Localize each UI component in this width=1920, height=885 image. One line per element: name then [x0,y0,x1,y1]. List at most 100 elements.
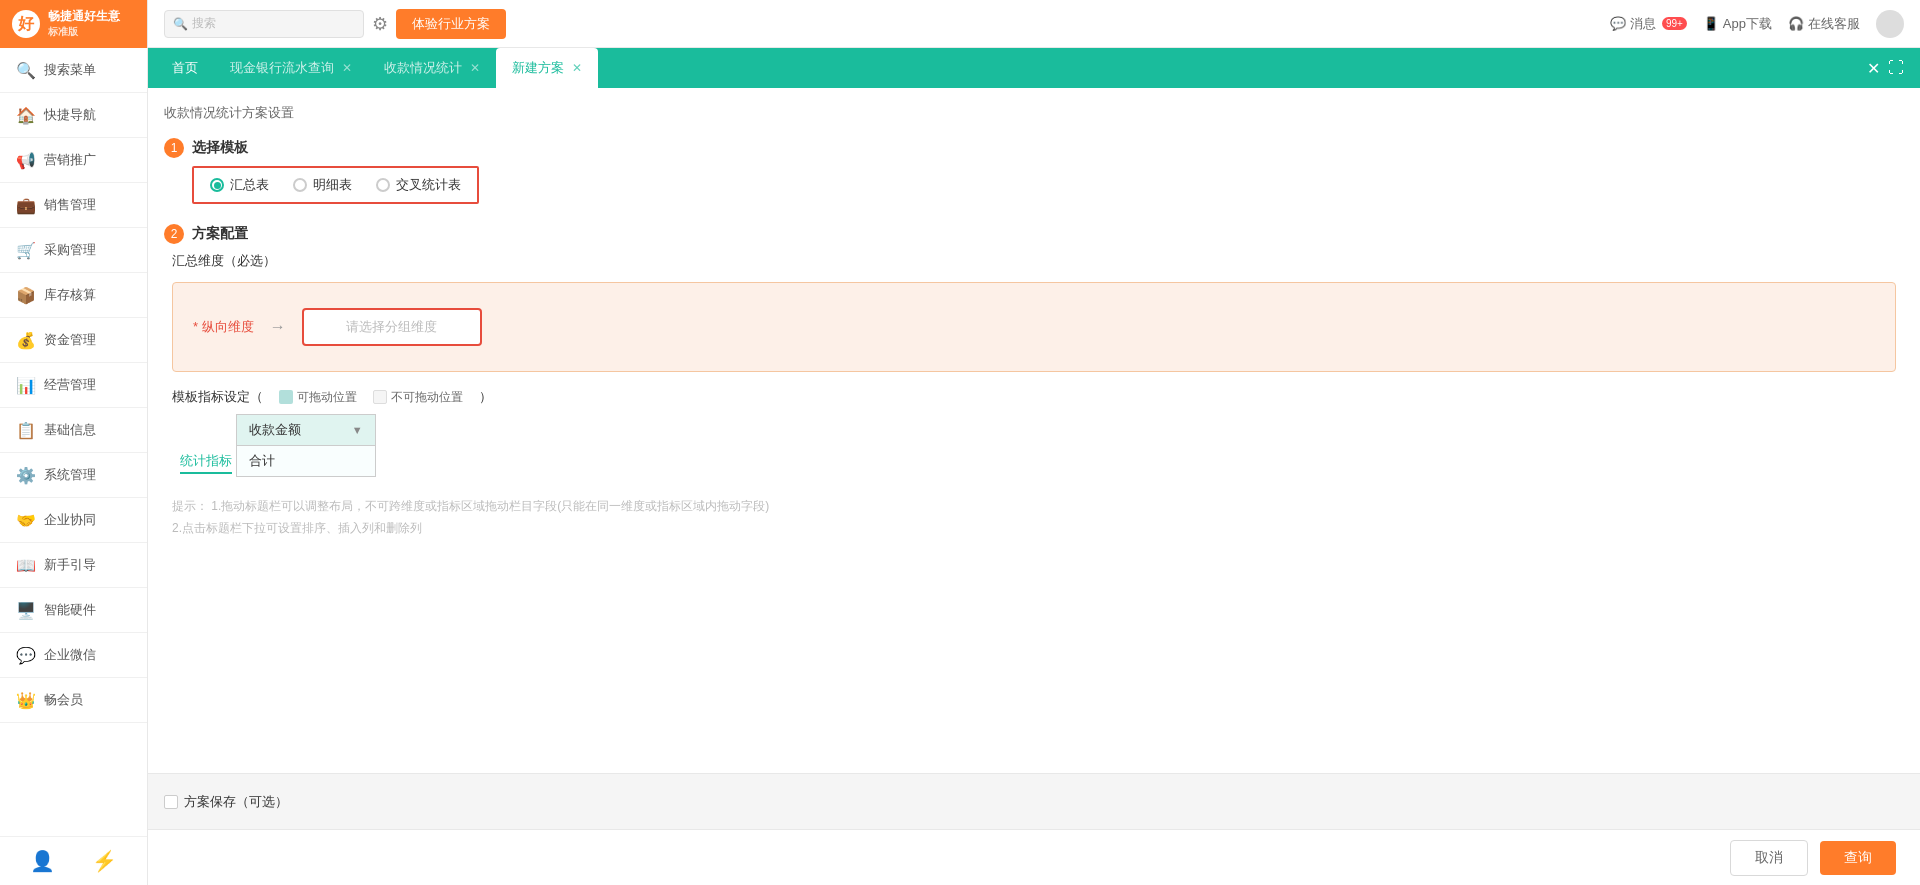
query-button[interactable]: 查询 [1820,841,1896,875]
sidebar-icon-10: 🤝 [16,510,36,530]
header-search-box[interactable]: 🔍 搜索 [164,10,364,38]
sidebar-icon-3: 💼 [16,195,36,215]
tab-cash-bank[interactable]: 现金银行流水查询 ✕ [214,48,368,88]
radio-detail[interactable]: 明细表 [293,176,352,194]
cancel-button[interactable]: 取消 [1730,840,1808,876]
sidebar-icon-4: 🛒 [16,240,36,260]
indicator-close-paren: ） [479,388,492,406]
save-checkbox-box[interactable] [164,795,178,809]
header-gear-icon[interactable]: ⚙ [372,13,388,35]
sidebar-icon-2: 📢 [16,150,36,170]
tab-close-0[interactable]: ✕ [342,61,352,75]
sidebar-item-10[interactable]: 🤝企业协同 [0,498,147,543]
trial-button[interactable]: 体验行业方案 [396,9,506,39]
sidebar-item-9[interactable]: ⚙️系统管理 [0,453,147,498]
sidebar-icon-9: ⚙️ [16,465,36,485]
radio-summary-label: 汇总表 [230,176,269,194]
sidebar-icon-13: 💬 [16,645,36,665]
radio-cross[interactable]: 交叉统计表 [376,176,461,194]
radio-detail-label: 明细表 [313,176,352,194]
sidebar-item-4[interactable]: 🛒采购管理 [0,228,147,273]
home-tab[interactable]: 首页 [156,59,214,77]
indicator-settings-label: 模板指标设定（ [172,388,263,406]
section-config: 2 方案配置 汇总维度（必选） * 纵向维度 → 请选择分组维度 模板指标设定（ [164,224,1904,539]
indicator-legend: 可拖动位置 不可拖动位置 [279,389,463,406]
sidebar-icon-14: 👑 [16,690,36,710]
sidebar-item-8[interactable]: 📋基础信息 [0,408,147,453]
sidebar-icon-12: 🖥️ [16,600,36,620]
tabbar-left: 首页 现金银行流水查询 ✕ 收款情况统计 ✕ 新建方案 ✕ [156,48,598,88]
tab-new-plan[interactable]: 新建方案 ✕ [496,48,598,88]
tabbar-expand-icon[interactable]: ⛶ [1888,59,1904,77]
radio-summary-btn[interactable] [210,178,224,192]
message-label: 消息 [1630,15,1656,33]
sidebar-bottom-icon-1[interactable]: 👤 [30,849,55,873]
sidebar-item-5[interactable]: 📦库存核算 [0,273,147,318]
sidebar-item-7[interactable]: 📊经营管理 [0,363,147,408]
draggable-label: 可拖动位置 [297,389,357,406]
tab-close-2[interactable]: ✕ [572,61,582,75]
stats-label: 统计指标 [180,452,232,474]
tab-receipt-stat[interactable]: 收款情况统计 ✕ [368,48,496,88]
stats-dropdown-arrow[interactable]: ▼ [352,424,363,436]
legend-fixed: 不可拖动位置 [373,389,463,406]
service-icon: 🎧 [1788,16,1804,31]
vertical-label: * 纵向维度 [193,318,254,336]
sidebar-item-3[interactable]: 💼销售管理 [0,183,147,228]
sidebar-item-12[interactable]: 🖥️智能硬件 [0,588,147,633]
radio-detail-btn[interactable] [293,178,307,192]
radio-summary[interactable]: 汇总表 [210,176,269,194]
sidebar-logo: 好 畅捷通好生意 标准版 [0,0,147,48]
logo-icon: 好 [12,10,40,38]
dimension-row: * 纵向维度 → 请选择分组维度 [193,308,1875,346]
online-service-label: 在线客服 [1808,15,1860,33]
tabbar-close-icon[interactable]: ✕ [1867,59,1880,78]
legend-fixed-color [373,390,387,404]
sidebar-item-13[interactable]: 💬企业微信 [0,633,147,678]
sidebar-item-14[interactable]: 👑畅会员 [0,678,147,723]
dimension-arrow-icon: → [270,318,286,336]
fixed-label: 不可拖动位置 [391,389,463,406]
stats-table: 收款金额 ▼ 合计 [236,414,376,477]
page-title: 收款情况统计方案设置 [164,104,1904,122]
legend-draggable-color [279,390,293,404]
tip-1: 提示： 1.拖动标题栏可以调整布局，不可跨维度或指标区域拖动栏目字段(只能在同一… [172,496,1896,518]
tips-section: 提示： 1.拖动标题栏可以调整布局，不可跨维度或指标区域拖动栏目字段(只能在同一… [172,496,1896,539]
section2-number: 2 [164,224,184,244]
tip-2: 2.点击标题栏下拉可设置排序、插入列和删除列 [172,518,1896,540]
sidebar-item-0[interactable]: 🔍搜索菜单 [0,48,147,93]
sidebar-item-6[interactable]: 💰资金管理 [0,318,147,363]
dimension-placeholder[interactable]: 请选择分组维度 [302,308,482,346]
sidebar-item-2[interactable]: 📢营销推广 [0,138,147,183]
section1-header: 1 选择模板 [164,138,1904,158]
header: 🔍 搜索 ⚙ 体验行业方案 💬 消息 99+ 📱 App下载 🎧 在线客服 [148,0,1920,48]
save-label: 方案保存（可选） [184,793,288,811]
online-service-item[interactable]: 🎧 在线客服 [1788,15,1860,33]
header-left: 🔍 搜索 ⚙ 体验行业方案 [164,9,506,39]
dimension-area: * 纵向维度 → 请选择分组维度 [172,282,1896,372]
tab-close-1[interactable]: ✕ [470,61,480,75]
sidebar-icon-0: 🔍 [16,60,36,80]
logo-text: 畅捷通好生意 [48,9,120,25]
radio-cross-btn[interactable] [376,178,390,192]
message-item[interactable]: 💬 消息 99+ [1610,15,1687,33]
tabbar: 首页 现金银行流水查询 ✕ 收款情况统计 ✕ 新建方案 ✕ ✕ ⛶ [148,48,1920,88]
template-selector: 汇总表 明细表 交叉统计表 [192,166,479,204]
stats-table-row: 合计 [237,446,375,476]
sidebar-icon-11: 📖 [16,555,36,575]
search-placeholder: 搜索 [192,15,216,32]
stats-table-header[interactable]: 收款金额 ▼ [237,415,375,446]
logo-sub: 标准版 [48,25,120,39]
user-avatar[interactable] [1876,10,1904,38]
sidebar-item-11[interactable]: 📖新手引导 [0,543,147,588]
indicator-section: 模板指标设定（ 可拖动位置 不可拖动位置 ） [172,388,1896,480]
content-area: 收款情况统计方案设置 1 选择模板 汇总表 明细表 [148,88,1920,773]
app-download-item[interactable]: 📱 App下载 [1703,15,1772,33]
tabbar-right: ✕ ⛶ [1867,59,1912,78]
sidebar-item-1[interactable]: 🏠快捷导航 [0,93,147,138]
search-icon: 🔍 [173,17,188,31]
sidebar-bottom-icon-2[interactable]: ⚡ [92,849,117,873]
sidebar-icon-6: 💰 [16,330,36,350]
save-checkbox[interactable]: 方案保存（可选） [164,793,1904,811]
radio-cross-label: 交叉统计表 [396,176,461,194]
